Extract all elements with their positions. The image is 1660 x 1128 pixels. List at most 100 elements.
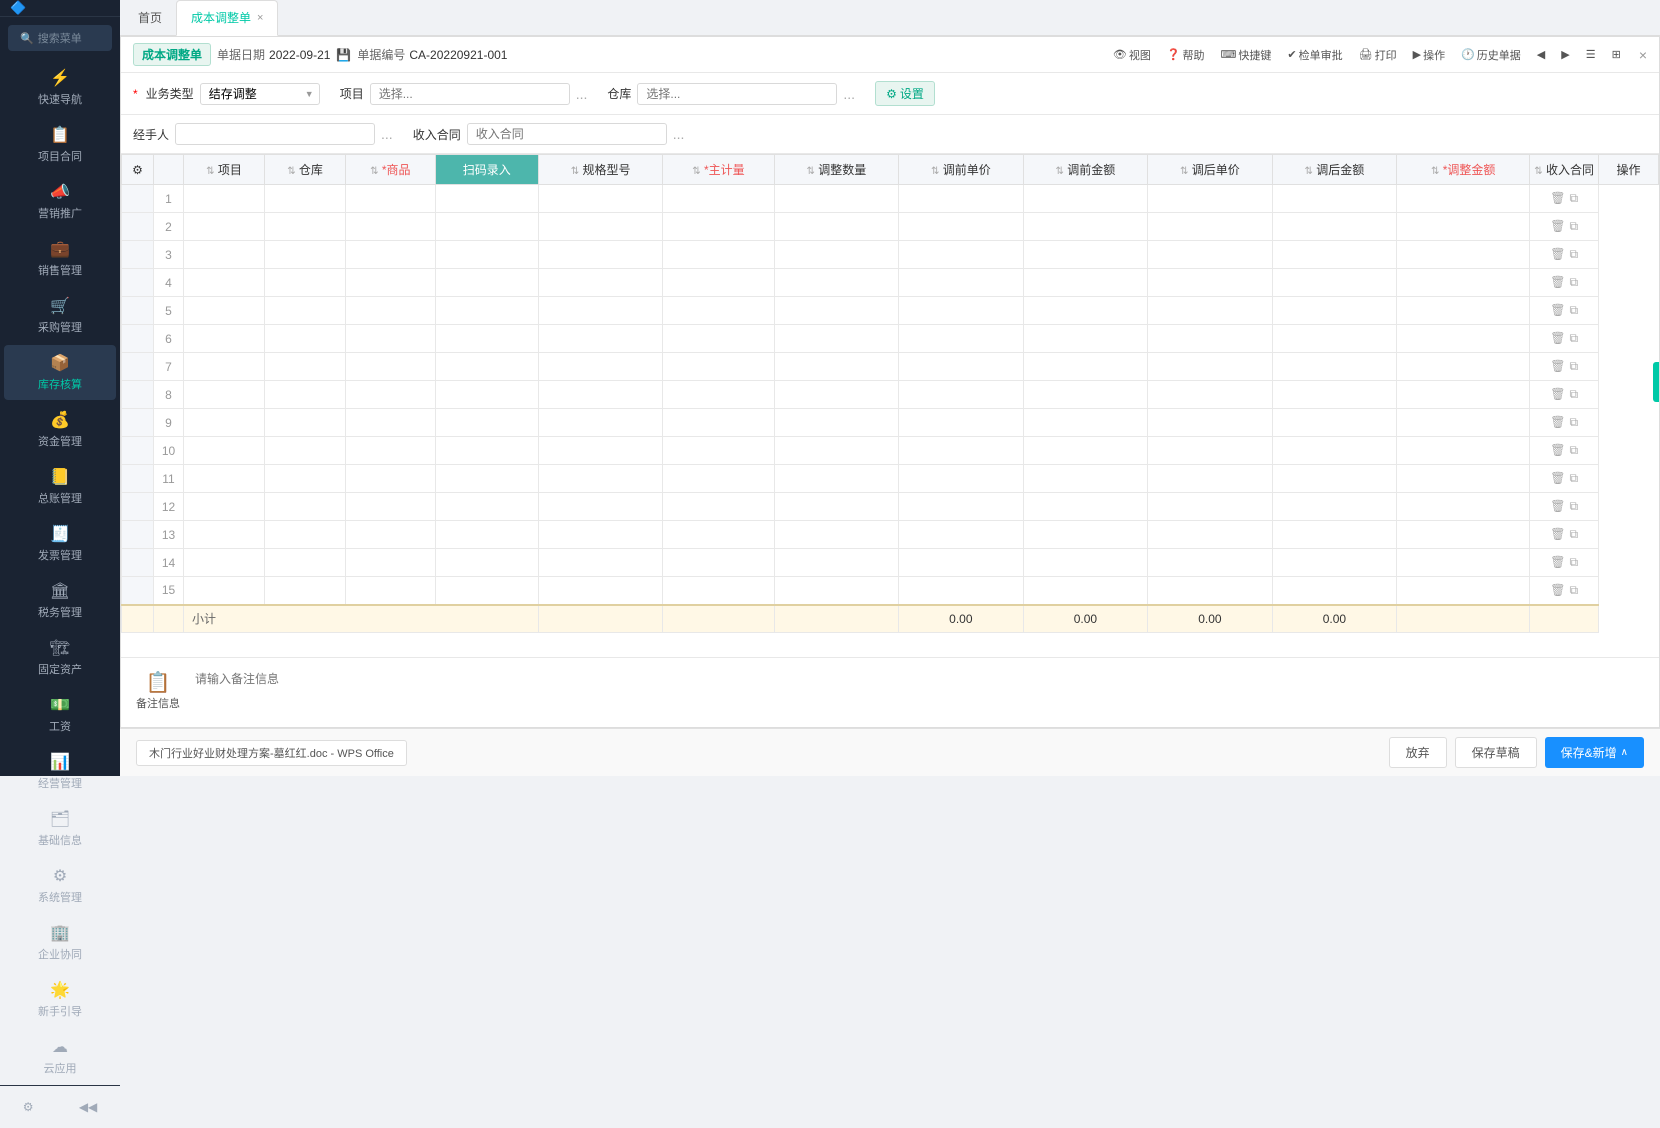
list-view-btn[interactable]: ☰ <box>1582 46 1600 63</box>
table-cell[interactable] <box>1397 577 1530 605</box>
sidebar-item-tax-mgmt[interactable]: 🏛 税务管理 <box>4 573 116 628</box>
table-cell[interactable] <box>1148 241 1273 269</box>
copy-icon[interactable]: ⧉ <box>1569 555 1578 570</box>
table-cell[interactable] <box>435 381 538 409</box>
table-cell[interactable] <box>774 325 899 353</box>
table-cell[interactable] <box>899 409 1024 437</box>
table-cell[interactable] <box>538 577 663 605</box>
table-cell[interactable] <box>346 297 435 325</box>
table-cell[interactable] <box>346 521 435 549</box>
sidebar-collapse-btn[interactable]: ◀◀ <box>71 1092 105 1122</box>
table-cell[interactable] <box>265 549 346 577</box>
table-cell[interactable] <box>184 409 265 437</box>
project-input[interactable] <box>370 83 570 105</box>
table-cell[interactable] <box>1397 297 1530 325</box>
delete-icon[interactable]: 🗑 <box>1550 555 1565 570</box>
table-cell[interactable] <box>265 409 346 437</box>
table-cell[interactable] <box>346 325 435 353</box>
table-cell[interactable] <box>538 269 663 297</box>
table-cell[interactable] <box>1272 437 1397 465</box>
table-cell[interactable] <box>265 577 346 605</box>
table-cell[interactable] <box>774 521 899 549</box>
table-cell[interactable] <box>184 549 265 577</box>
col-after-price[interactable]: ⇅ 调后单价 <box>1148 155 1273 185</box>
table-cell[interactable] <box>663 269 774 297</box>
table-cell[interactable] <box>1023 493 1148 521</box>
table-cell[interactable] <box>663 437 774 465</box>
delete-icon[interactable]: 🗑 <box>1550 191 1565 206</box>
table-cell[interactable] <box>774 213 899 241</box>
copy-icon[interactable]: ⧉ <box>1569 191 1578 206</box>
handler-dots[interactable]: ... <box>381 126 393 142</box>
table-cell[interactable] <box>1397 409 1530 437</box>
table-cell[interactable] <box>663 577 774 605</box>
sidebar-item-basic-info[interactable]: 🗂 基础信息 <box>4 801 116 856</box>
table-cell[interactable] <box>346 437 435 465</box>
table-cell[interactable] <box>774 465 899 493</box>
table-cell[interactable] <box>1148 269 1273 297</box>
col-adjust-amount[interactable]: ⇅ *调整金额 <box>1397 155 1530 185</box>
table-cell[interactable] <box>899 297 1024 325</box>
table-cell[interactable] <box>435 409 538 437</box>
table-cell[interactable] <box>184 269 265 297</box>
table-cell[interactable] <box>1023 297 1148 325</box>
table-cell[interactable] <box>538 353 663 381</box>
table-cell[interactable] <box>346 213 435 241</box>
col-income-contract[interactable]: ⇅ 收入合同 <box>1530 155 1599 185</box>
sidebar-item-quick-nav[interactable]: ⚡ 快速导航 <box>4 60 116 115</box>
table-cell[interactable] <box>435 577 538 605</box>
table-cell[interactable] <box>184 297 265 325</box>
sidebar-item-sales-promotion[interactable]: 📣 营销推广 <box>4 174 116 229</box>
table-cell[interactable] <box>265 465 346 493</box>
table-cell[interactable] <box>1023 241 1148 269</box>
table-cell[interactable] <box>1272 493 1397 521</box>
table-cell[interactable] <box>1023 437 1148 465</box>
table-cell[interactable] <box>184 465 265 493</box>
table-cell[interactable] <box>538 213 663 241</box>
table-cell[interactable] <box>899 549 1024 577</box>
table-cell[interactable] <box>265 185 346 213</box>
table-cell[interactable] <box>265 381 346 409</box>
copy-icon[interactable]: ⧉ <box>1569 359 1578 374</box>
table-cell[interactable] <box>538 241 663 269</box>
handler-input[interactable] <box>175 123 375 145</box>
table-cell[interactable] <box>1148 493 1273 521</box>
table-cell[interactable] <box>774 437 899 465</box>
table-cell[interactable] <box>346 493 435 521</box>
warehouse-input[interactable] <box>637 83 837 105</box>
history-btn[interactable]: 🕐 历史单据 <box>1457 45 1525 65</box>
sidebar-item-fixed-assets[interactable]: 🏗 固定资产 <box>4 630 116 685</box>
table-cell[interactable] <box>1023 185 1148 213</box>
table-cell[interactable] <box>1023 409 1148 437</box>
table-cell[interactable] <box>1023 521 1148 549</box>
table-cell[interactable] <box>184 381 265 409</box>
table-cell[interactable] <box>899 437 1024 465</box>
table-cell[interactable] <box>1272 241 1397 269</box>
sidebar-item-cloud-apps[interactable]: ☁ 云应用 <box>4 1029 116 1084</box>
table-cell[interactable] <box>899 185 1024 213</box>
table-cell[interactable] <box>435 465 538 493</box>
table-cell[interactable] <box>1272 297 1397 325</box>
delete-icon[interactable]: 🗑 <box>1550 275 1565 290</box>
table-cell[interactable] <box>1148 521 1273 549</box>
table-cell[interactable] <box>265 297 346 325</box>
table-cell[interactable] <box>1148 381 1273 409</box>
table-cell[interactable] <box>774 185 899 213</box>
copy-icon[interactable]: ⧉ <box>1569 387 1578 402</box>
table-cell[interactable] <box>1397 269 1530 297</box>
table-cell[interactable] <box>899 213 1024 241</box>
table-cell[interactable] <box>663 185 774 213</box>
table-cell[interactable] <box>265 325 346 353</box>
table-cell[interactable] <box>538 549 663 577</box>
delete-icon[interactable]: 🗑 <box>1550 415 1565 430</box>
table-cell[interactable] <box>538 297 663 325</box>
grid-view-btn[interactable]: ⊞ <box>1608 46 1625 63</box>
table-cell[interactable] <box>1397 521 1530 549</box>
table-cell[interactable] <box>265 353 346 381</box>
table-cell[interactable] <box>1272 465 1397 493</box>
table-cell[interactable] <box>1272 549 1397 577</box>
table-cell[interactable] <box>435 353 538 381</box>
table-cell[interactable] <box>435 437 538 465</box>
sidebar-item-sys-mgmt[interactable]: ⚙ 系统管理 <box>4 858 116 913</box>
business-type-select[interactable]: 结存调整 <box>200 83 320 105</box>
